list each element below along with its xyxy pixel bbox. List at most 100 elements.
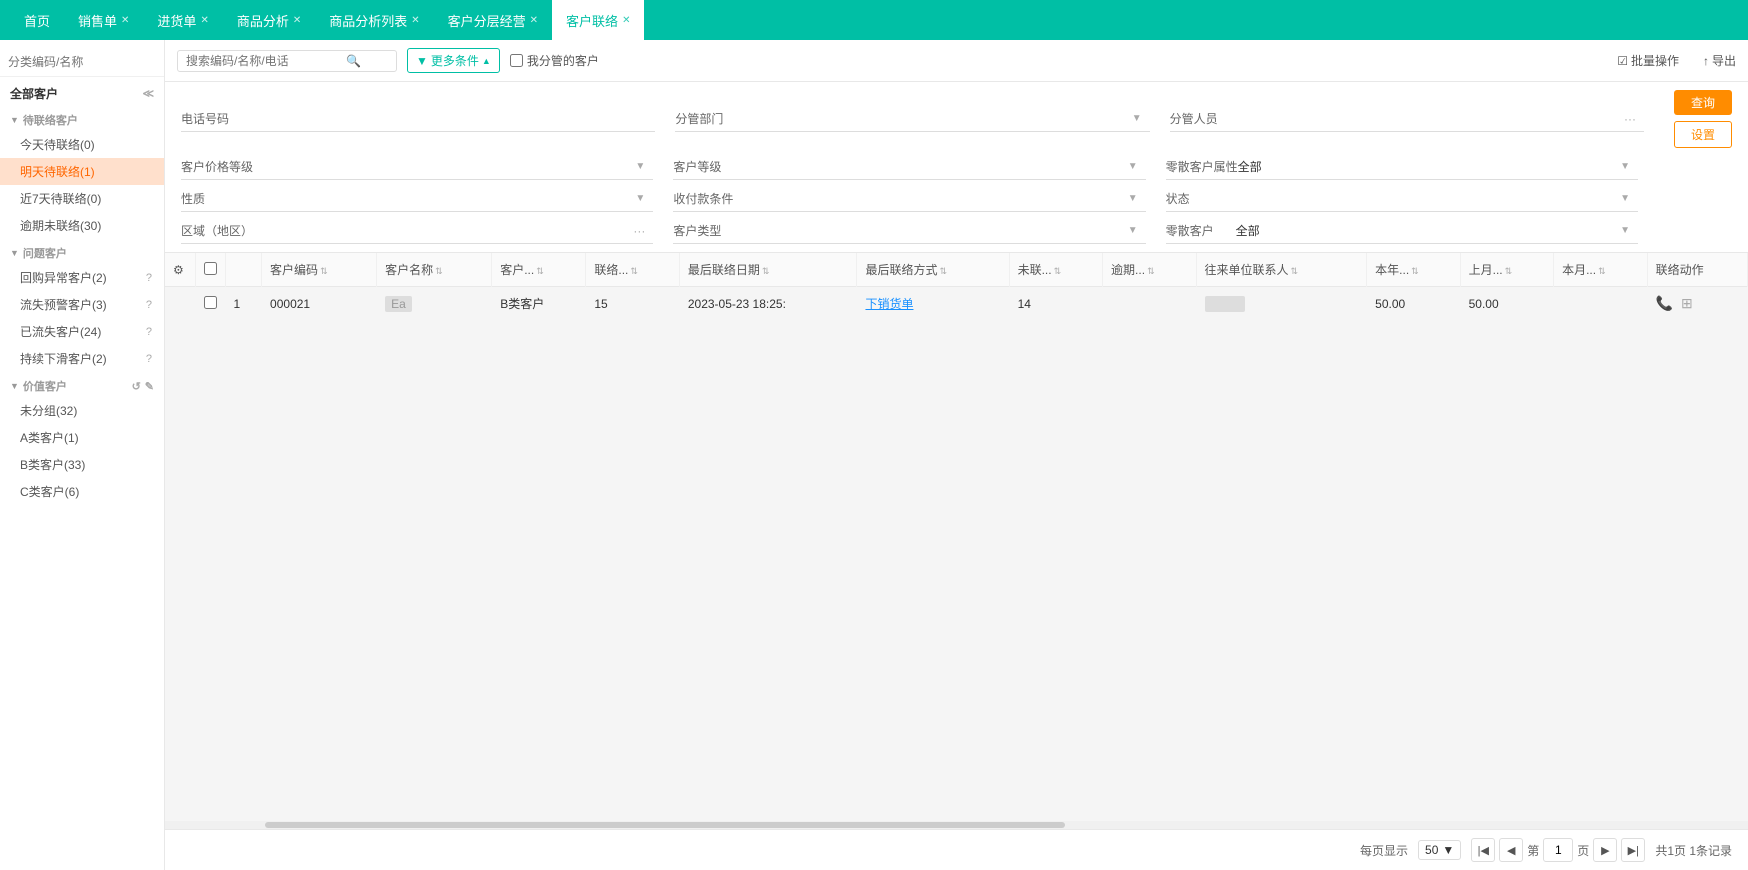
th-customer-name[interactable]: 客户名称⇅ xyxy=(377,253,492,287)
filter-phone-input[interactable] xyxy=(251,112,647,126)
sidebar-item-a-class[interactable]: A类客户(1) xyxy=(0,424,164,451)
filter-region-dots[interactable]: ··· xyxy=(633,224,645,238)
nav-home[interactable]: 首页 xyxy=(10,0,64,40)
th-last-date[interactable]: 最后联络日期⇅ xyxy=(679,253,857,287)
filter-type-label: 客户类型 xyxy=(673,222,743,239)
th-overdue[interactable]: 逾期...⇅ xyxy=(1103,253,1196,287)
nav-product-analysis-list[interactable]: 商品分析列表✕ xyxy=(315,0,433,40)
close-customer-tier-icon[interactable]: ✕ xyxy=(530,15,538,26)
sidebar: 🔍 全部客户 ≪ ▼ 待联络客户 今天待联络(0) 明天待联络(1) 近7天待联… xyxy=(0,40,165,870)
sidebar-item-7days[interactable]: 近7天待联络(0) xyxy=(0,185,164,212)
search-input[interactable] xyxy=(186,54,346,68)
td-type: B类客户 xyxy=(492,287,586,321)
page-input[interactable] xyxy=(1543,838,1573,862)
sidebar-item-c-class[interactable]: C类客户(6) xyxy=(0,478,164,505)
page-size-select[interactable]: 50 ▼ xyxy=(1418,840,1461,860)
close-sales-icon[interactable]: ✕ xyxy=(121,15,129,26)
filter-payment-select[interactable]: ▼ xyxy=(743,193,1137,204)
sidebar-item-today[interactable]: 今天待联络(0) xyxy=(0,131,164,158)
th-customer-type[interactable]: 客户...⇅ xyxy=(492,253,586,287)
nav-customer-contact[interactable]: 客户联络✕ xyxy=(552,0,644,40)
th-this-month[interactable]: 本月...⇅ xyxy=(1554,253,1647,287)
table-footer: 每页显示 50 ▼ |◀ ◀ 第 页 ▶ ▶| 共1页 1条记录 xyxy=(165,829,1748,870)
reset-btn[interactable]: 设置 xyxy=(1674,121,1732,148)
action-qr-icon[interactable]: ⊞ xyxy=(1681,295,1693,312)
td-last-method[interactable]: 下销货单 xyxy=(857,287,1009,321)
filter-row-4: 区域（地区） ··· 客户类型 ▼ 零散客户 全部 xyxy=(181,218,1732,244)
th-last-method[interactable]: 最后联络方式⇅ xyxy=(857,253,1009,287)
chevron-down-icon4: ▼ xyxy=(1620,161,1630,172)
page-last-btn[interactable]: ▶| xyxy=(1621,838,1645,862)
sidebar-search-input[interactable] xyxy=(8,55,163,69)
filter-status: 状态 ▼ xyxy=(1166,186,1638,212)
filter-price-select[interactable]: ▼ xyxy=(253,161,645,172)
td-not-contacted: 14 xyxy=(1009,287,1102,321)
th-not-contacted[interactable]: 未联...⇅ xyxy=(1009,253,1102,287)
close-customer-contact-icon[interactable]: ✕ xyxy=(622,15,630,26)
chevron-down-icon: ▼ xyxy=(1132,113,1142,124)
filter-dept-select[interactable]: ▼ xyxy=(745,113,1141,124)
collapse-icon[interactable]: ≪ xyxy=(142,87,154,100)
sidebar-item-ungrouped[interactable]: 未分组(32) xyxy=(0,397,164,424)
query-btn[interactable]: 查询 xyxy=(1674,90,1732,115)
th-settings[interactable]: ⚙ xyxy=(165,253,195,287)
filter-level-select[interactable]: ▼ xyxy=(743,161,1137,172)
td-this-year: 50.00 xyxy=(1367,287,1460,321)
horizontal-scrollbar[interactable] xyxy=(165,821,1748,829)
my-customers-checkbox[interactable] xyxy=(510,54,523,67)
sidebar-item-overdue[interactable]: 逾期未联络(30) xyxy=(0,212,164,239)
page-first-btn[interactable]: |◀ xyxy=(1471,838,1495,862)
close-purchase-icon[interactable]: ✕ xyxy=(200,15,208,26)
my-customers-check[interactable]: 我分管的客户 xyxy=(510,52,599,69)
search-icon[interactable]: 🔍 xyxy=(346,54,361,68)
page-nav: |◀ ◀ 第 页 ▶ ▶| xyxy=(1471,838,1645,862)
header-checkbox[interactable] xyxy=(204,262,217,275)
td-check[interactable] xyxy=(195,287,225,321)
sort-date-icon: ⇅ xyxy=(762,266,770,276)
th-check[interactable] xyxy=(195,253,225,287)
th-this-year[interactable]: 本年...⇅ xyxy=(1367,253,1460,287)
batch-op-btn[interactable]: ☑ 批量操作 xyxy=(1617,52,1679,69)
sidebar-item-repurchase[interactable]: 回购异常客户(2) ? xyxy=(0,264,164,291)
filter-status-select[interactable]: ▼ xyxy=(1236,193,1630,204)
filter-nature-select[interactable]: ▼ xyxy=(251,193,645,204)
th-unit-contact[interactable]: 往来单位联系人⇅ xyxy=(1196,253,1367,287)
close-product-analysis-icon[interactable]: ✕ xyxy=(293,15,301,26)
nav-customer-tier[interactable]: 客户分层经营✕ xyxy=(434,0,552,40)
page-next-btn[interactable]: ▶ xyxy=(1593,838,1617,862)
export-btn[interactable]: ↑ 导出 xyxy=(1703,52,1736,69)
sort-overdue-icon: ⇅ xyxy=(1147,266,1155,276)
filter-more-btn[interactable]: ▼ 更多条件 ▲ xyxy=(407,48,500,73)
row-checkbox[interactable] xyxy=(204,296,217,309)
sidebar-item-lostwarning[interactable]: 流失预警客户(3) ? xyxy=(0,291,164,318)
th-customer-code[interactable]: 客户编码⇅ xyxy=(262,253,377,287)
chevron-down-icon9: ▼ xyxy=(1620,225,1630,236)
filter-customer-type: 客户类型 ▼ xyxy=(673,218,1145,244)
th-last-month[interactable]: 上月...⇅ xyxy=(1460,253,1553,287)
filter-person-dots[interactable]: ··· xyxy=(1624,112,1636,126)
sidebar-item-b-class[interactable]: B类客户(33) xyxy=(0,451,164,478)
edit-icon[interactable]: ✎ xyxy=(145,380,154,393)
sidebar-item-tomorrow[interactable]: 明天待联络(1) xyxy=(0,158,164,185)
nav-product-analysis[interactable]: 商品分析✕ xyxy=(223,0,315,40)
sidebar-item-declining[interactable]: 持续下滑客户(2) ? xyxy=(0,345,164,372)
nav-purchase[interactable]: 进货单✕ xyxy=(143,0,222,40)
filter-retail2-label: 零散客户 xyxy=(1166,222,1236,239)
last-method-link[interactable]: 下销货单 xyxy=(865,297,913,311)
search-bar: 🔍 ▼ 更多条件 ▲ 我分管的客户 ☑ 批量操作 ↑ 导出 xyxy=(165,40,1748,82)
nav-sales[interactable]: 销售单✕ xyxy=(64,0,143,40)
th-contact[interactable]: 联络...⇅ xyxy=(586,253,679,287)
filter-retail-select[interactable]: 全部 ▼ xyxy=(1238,158,1630,175)
sidebar-item-lost[interactable]: 已流失客户(24) ? xyxy=(0,318,164,345)
scrollbar-thumb[interactable] xyxy=(265,822,1065,828)
page-prev-btn[interactable]: ◀ xyxy=(1499,838,1523,862)
filter-phone-label: 电话号码 xyxy=(181,110,251,127)
value-group-label: ▼ 价值客户 ↺ ✎ xyxy=(0,372,164,397)
refresh-icon[interactable]: ↺ xyxy=(132,380,141,393)
filter-status-label: 状态 xyxy=(1166,190,1236,207)
filter-retail2-select[interactable]: 全部 ▼ xyxy=(1236,222,1630,239)
action-phone-icon[interactable]: 📞 xyxy=(1656,295,1673,312)
close-product-list-icon[interactable]: ✕ xyxy=(411,15,419,26)
sort-method-icon: ⇅ xyxy=(939,266,947,276)
filter-type-select[interactable]: ▼ xyxy=(743,225,1137,236)
